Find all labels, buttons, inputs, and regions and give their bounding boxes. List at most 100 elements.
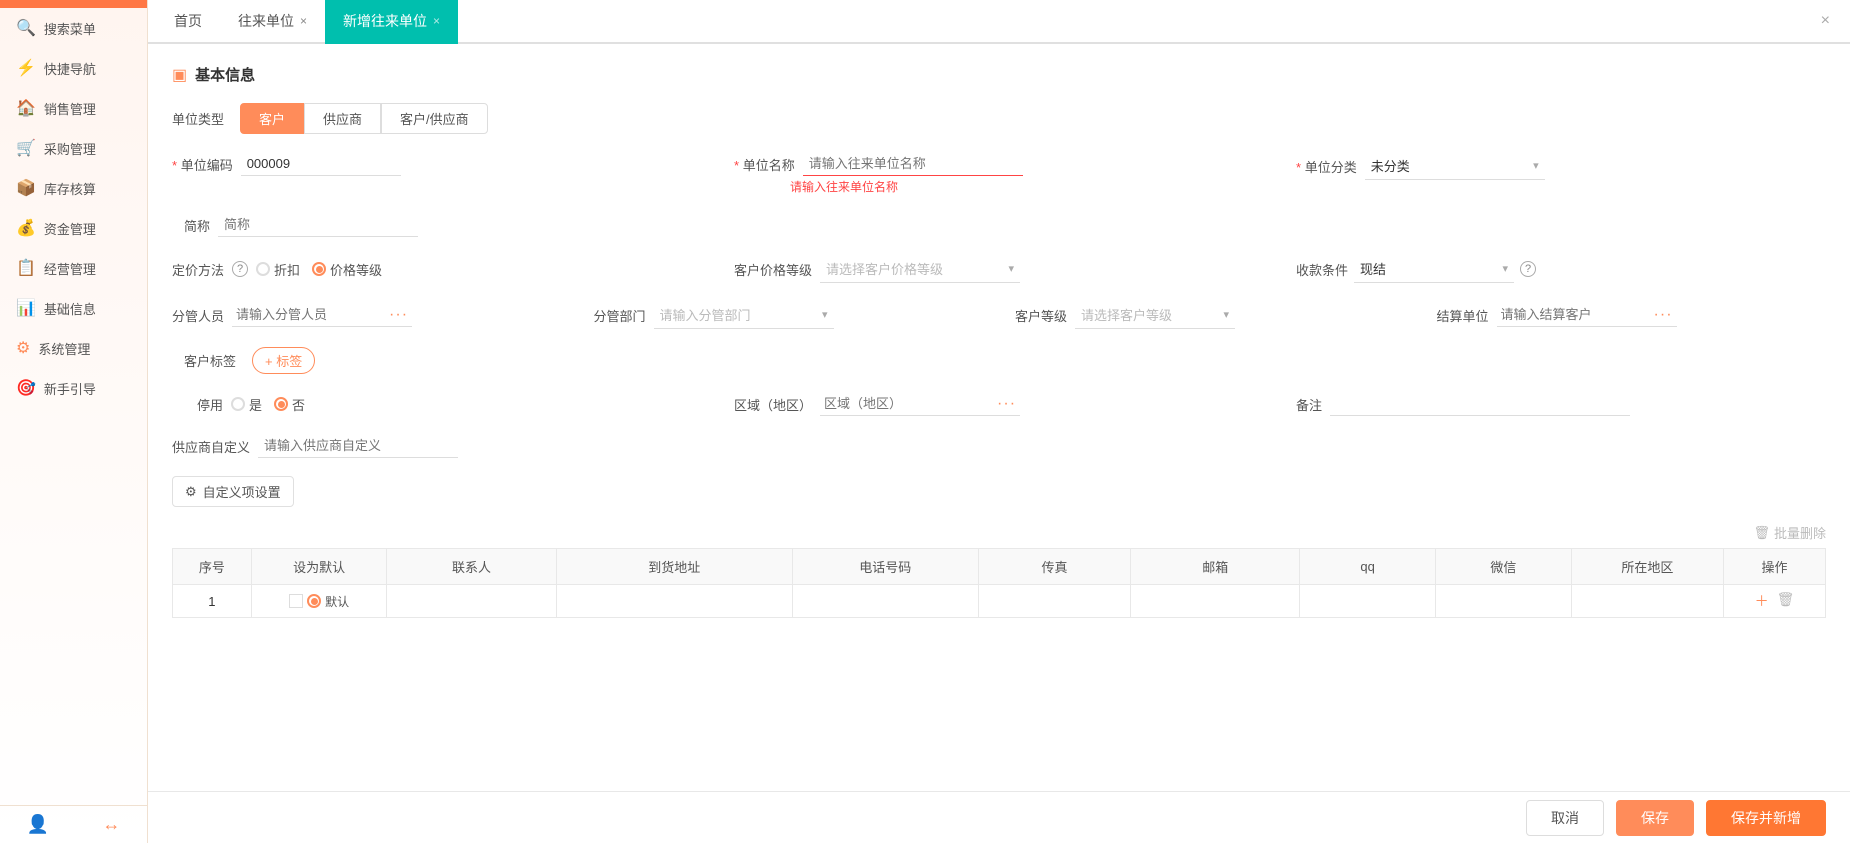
tab-contacts[interactable]: 往来单位 × [220,0,325,44]
sidebar-item-sales[interactable]: 🏠 销售管理 [0,88,147,128]
sidebar-item-quick-nav[interactable]: ⚡ 快捷导航 [0,48,147,88]
cell-email [1131,585,1300,618]
no-radio[interactable] [274,397,288,411]
discount-radio[interactable] [256,262,270,276]
customer-level-select[interactable]: 请选择客户等级 ▾ [1075,301,1235,329]
unit-category-select[interactable]: 未分类 ▾ [1365,152,1545,180]
sidebar-item-finance[interactable]: 💰 资金管理 [0,208,147,248]
wechat-input[interactable] [1473,594,1533,609]
short-name-input[interactable] [218,213,418,237]
col-wechat: 微信 [1436,549,1572,585]
customer-price-level-field: 客户价格等级 请选择客户价格等级 ▾ [734,255,1264,283]
contact-input[interactable] [432,594,512,609]
notes-input[interactable] [1330,392,1630,416]
yes-radio[interactable] [231,397,245,411]
flash-icon: ⚡ [16,58,36,78]
cell-region [1571,585,1723,618]
checkbox-default[interactable] [289,594,303,608]
customer-price-level-placeholder: 请选择客户价格等级 [826,259,943,278]
unit-type-customer-btn[interactable]: 客户 [240,103,304,134]
sidebar-item-inventory[interactable]: 📦 库存核算 [0,168,147,208]
unit-name-field: * 单位名称 请输入往来单位名称 [734,152,1264,195]
sidebar-item-base-info[interactable]: 📊 基础信息 [0,288,147,328]
save-button[interactable]: 保存 [1616,800,1694,836]
sidebar-item-label-sales: 销售管理 [44,99,96,118]
unit-code-input[interactable] [241,152,401,176]
clipboard-icon: 📋 [16,258,36,278]
sidebar-bottom: 👤 ↔ [0,805,147,843]
cell-phone [792,585,978,618]
tab-new-contact-close[interactable]: × [433,14,440,28]
bulk-delete-button[interactable]: 🗑 批量删除 [1753,523,1826,542]
cancel-button[interactable]: 取消 [1526,800,1604,836]
row-pricing: 定价方法 ? 折扣 价格等级 客户价格等级 请选择客户价格等级 [172,255,1826,283]
default-radio-btn[interactable] [307,594,321,608]
delete-row-icon[interactable]: 🗑 [1777,591,1795,611]
close-all-tabs-button[interactable]: × [1809,12,1842,30]
table-row: 1 默认 [173,585,1826,618]
manager-field: 分管人员 ··· [172,303,562,327]
unit-type-supplier-btn[interactable]: 供应商 [304,103,381,134]
unit-type-label: 单位类型 [172,109,224,128]
col-contact: 联系人 [387,549,556,585]
sidebar-item-label-system: 系统管理 [38,339,90,358]
manager-input[interactable] [232,303,385,326]
sidebar-item-search[interactable]: 🔍 搜索菜单 [0,8,147,48]
content-area: ▣ 基本信息 单位类型 客户 供应商 客户/供应商 * 单位编码 [148,44,1850,791]
main-content: 首页 往来单位 × 新增往来单位 × × ▣ 基本信息 单位类型 客户 供应商 [148,0,1850,843]
customer-price-level-select[interactable]: 请选择客户价格等级 ▾ [820,255,1020,283]
region-table-input[interactable] [1612,594,1682,609]
add-tag-button[interactable]: + 标签 [252,347,315,374]
unit-category-field: * 单位分类 未分类 ▾ [1296,152,1826,180]
payment-terms-select[interactable]: 现结 ▾ [1354,255,1514,283]
address-input[interactable] [614,594,734,609]
expand-icon[interactable]: ↔ [102,814,120,835]
sidebar-item-system[interactable]: ⚙ 系统管理 [0,328,147,368]
unit-type-both-btn[interactable]: 客户/供应商 [381,103,488,134]
supplier-custom-input[interactable] [258,434,458,458]
qq-input[interactable] [1338,594,1398,609]
email-input[interactable] [1175,594,1255,609]
cell-default: 默认 [251,585,387,618]
section-header: ▣ 基本信息 [172,64,1826,85]
tab-home[interactable]: 首页 [156,0,220,44]
add-row-icon[interactable]: ＋ [1755,591,1769,611]
chevron-down-icon-2: ▾ [1008,262,1014,275]
custom-settings-button[interactable]: ⚙ 自定义项设置 [172,476,294,507]
sidebar-item-label-operations: 经营管理 [44,259,96,278]
settlement-unit-field: 结算单位 ··· [1437,303,1827,327]
settlement-unit-dots-btn[interactable]: ··· [1650,306,1677,324]
sidebar-item-operations[interactable]: 📋 经营管理 [0,248,147,288]
col-region: 所在地区 [1571,549,1723,585]
save-new-button[interactable]: 保存并新增 [1706,800,1826,836]
sidebar-item-new-guide[interactable]: 🎯 新手引导 [0,368,147,408]
phone-input[interactable] [840,594,930,609]
cell-action: ＋ 🗑 [1724,585,1826,618]
user-icon[interactable]: 👤 [27,814,49,835]
unit-name-input[interactable] [803,152,1023,176]
region-dots-btn[interactable]: ··· [993,395,1020,413]
payment-terms-help-icon[interactable]: ? [1520,261,1536,277]
pricing-method-discount[interactable]: 折扣 [256,260,300,279]
col-default: 设为默认 [251,549,387,585]
tab-new-contact[interactable]: 新增往来单位 × [325,0,458,44]
fax-input[interactable] [1019,594,1089,609]
tab-contacts-close[interactable]: × [300,14,307,28]
sidebar-item-label-inventory: 库存核算 [44,179,96,198]
discount-label: 折扣 [274,260,300,279]
disabled-no[interactable]: 否 [274,395,305,414]
manager-dots-btn[interactable]: ··· [385,306,412,324]
department-select[interactable]: 请输入分管部门 ▾ [654,301,834,329]
disabled-yes[interactable]: 是 [231,395,262,414]
price-level-radio[interactable] [312,262,326,276]
gear-icon: ⚙ [16,338,30,358]
short-name-label: 简称 [184,216,210,235]
chevron-down-icon-4: ▾ [822,308,828,321]
region-input[interactable] [820,392,993,415]
sidebar-item-purchase[interactable]: 🛒 采购管理 [0,128,147,168]
cart-icon: 🛒 [16,138,36,158]
settlement-unit-input[interactable] [1497,303,1650,326]
pricing-method-help-icon[interactable]: ? [232,261,248,277]
target-icon: 🎯 [16,378,36,398]
pricing-method-price-level[interactable]: 价格等级 [312,260,382,279]
